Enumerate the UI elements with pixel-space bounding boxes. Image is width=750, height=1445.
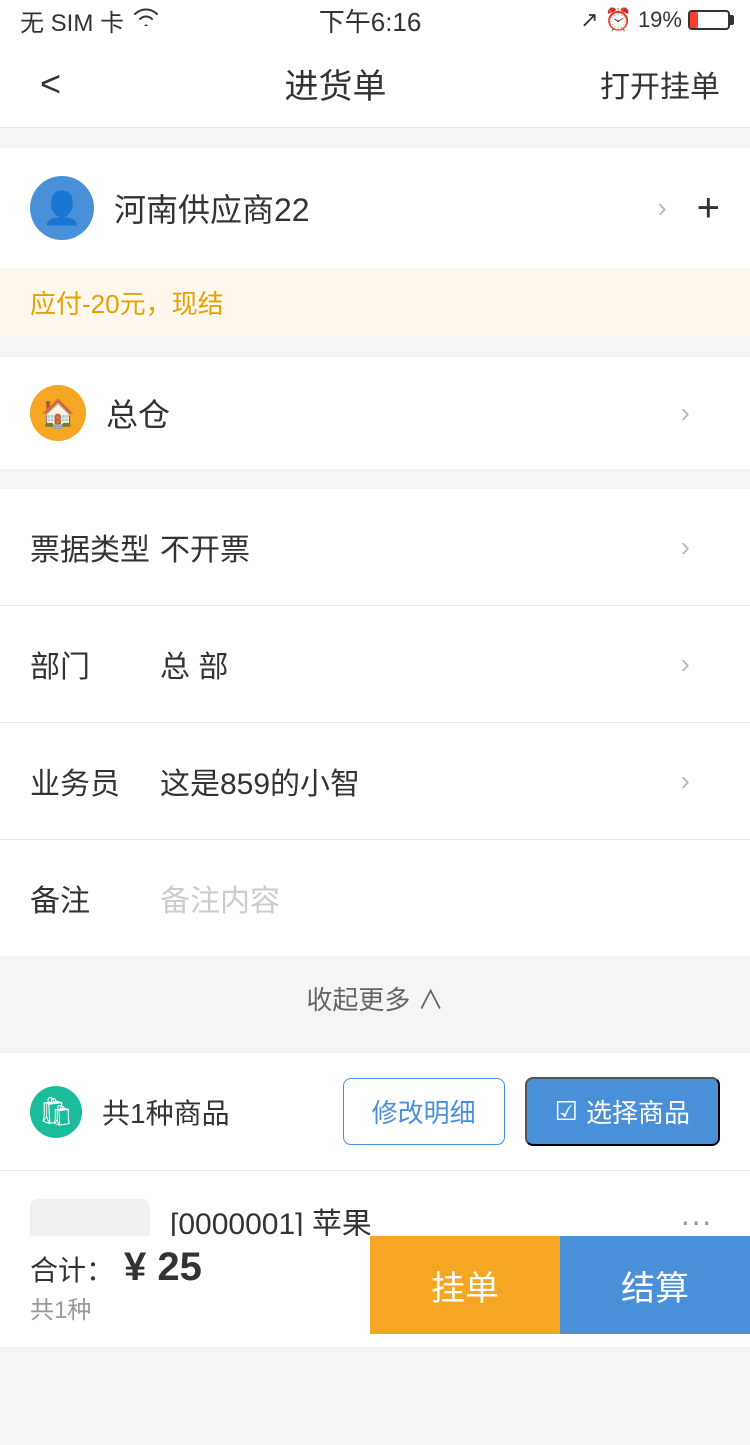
gps-icon: ↗ [580,7,598,33]
cart-icon: 🛍 [38,1095,74,1128]
invoice-type-chevron: › [681,531,690,563]
top-divider [0,128,750,148]
warning-text: 应付-20元，现结 [30,289,224,319]
status-left: 无 SIM 卡 [20,3,160,38]
warehouse-row[interactable]: 🏠 总仓 › [0,357,750,469]
collapse-label: 收起更多 ∧ [306,980,443,1017]
chevron-right-icon: › [657,192,666,224]
warehouse-chevron-icon: › [681,397,690,429]
salesperson-row[interactable]: 业务员 这是859的小智 › [0,723,750,839]
invoice-type-row[interactable]: 票据类型 不开票 › [0,489,750,605]
warehouse-section: 🏠 总仓 › [0,357,750,469]
product-count-label: 共1种商品 [102,1092,323,1132]
footer-bar: 合计： ¥ 25 共1种 挂单 结算 [0,1236,750,1334]
alarm-icon: ⏰ [605,7,632,33]
divider-2 [0,469,750,489]
notes-row[interactable]: 备注 备注内容 [0,840,750,956]
warehouse-icon-wrap: 🏠 [30,385,86,441]
warehouse-icon: 🏠 [41,397,76,430]
suspend-button[interactable]: 挂单 [370,1236,560,1334]
divider-3 [0,1041,750,1053]
select-product-icon: ☑ [555,1096,578,1127]
footer-spacer [0,1347,750,1445]
settle-button[interactable]: 结算 [560,1236,750,1334]
settle-label: 结算 [621,1261,689,1310]
total-count: 共1种 [30,1297,91,1324]
status-time: 下午6:16 [319,2,422,39]
nav-bar: < 进货单 打开挂单 [0,40,750,128]
battery-icon [688,10,730,30]
form-section: 票据类型 不开票 › 部门 总 部 › 业务员 这是859的小智 › 备注 备注… [0,489,750,956]
carrier-label: 无 SIM 卡 [20,3,124,38]
divider-1 [0,337,750,357]
department-chevron: › [681,648,690,680]
select-product-button[interactable]: ☑ 选择商品 [525,1077,720,1146]
warehouse-name: 总仓 [106,390,681,436]
edit-detail-button[interactable]: 修改明细 [343,1078,505,1145]
invoice-type-label: 票据类型 [30,525,160,569]
salesperson-value: 这是859的小智 [160,759,681,803]
total-label: 合计： [30,1249,114,1289]
invoice-type-value: 不开票 [160,525,681,569]
notes-label: 备注 [30,876,160,920]
add-button[interactable]: + [697,186,720,231]
open-pending-button[interactable]: 打开挂单 [600,62,720,106]
collapse-row[interactable]: 收起更多 ∧ [0,956,750,1041]
total-amount: ¥ 25 [124,1245,202,1290]
select-product-label: 选择商品 [586,1093,690,1130]
status-right: ↗ ⏰ 19% [580,7,730,33]
department-row[interactable]: 部门 总 部 › [0,606,750,722]
supplier-row: 👤 河南供应商22 › + [0,148,750,268]
supplier-section: 👤 河南供应商22 › + 应付-20元，现结 [0,148,750,337]
suspend-label: 挂单 [431,1261,499,1310]
notes-placeholder[interactable]: 备注内容 [160,876,720,920]
salesperson-label: 业务员 [30,759,160,803]
department-label: 部门 [30,642,160,686]
status-bar: 无 SIM 卡 下午6:16 ↗ ⏰ 19% [0,0,750,40]
person-icon: 👤 [42,189,82,227]
back-button[interactable]: < [30,53,71,115]
footer-total: 合计： ¥ 25 共1种 [0,1245,370,1325]
battery-percent: 19% [638,7,682,33]
product-count-icon-wrap: 🛍 [30,1086,82,1138]
products-header: 🛍 共1种商品 修改明细 ☑ 选择商品 [0,1053,750,1170]
warning-banner: 应付-20元，现结 [0,268,750,337]
department-value: 总 部 [160,642,681,686]
salesperson-chevron: › [681,765,690,797]
wifi-icon [132,6,160,35]
page-title: 进货单 [285,59,387,108]
supplier-name[interactable]: 河南供应商22 [114,185,657,231]
supplier-avatar: 👤 [30,176,94,240]
